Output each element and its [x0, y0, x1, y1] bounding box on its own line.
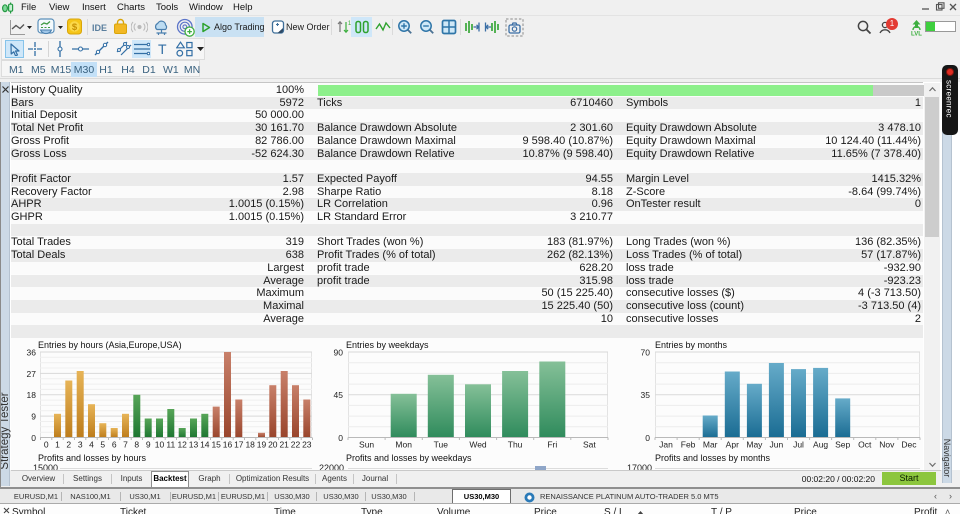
svg-text:22: 22 [291, 440, 301, 450]
svg-text:Jan: Jan [659, 440, 673, 450]
svg-text:45: 45 [334, 390, 344, 400]
svg-text:13: 13 [189, 440, 199, 450]
svg-text:9: 9 [31, 412, 36, 422]
svg-text:12: 12 [177, 440, 187, 450]
svg-text:Apr: Apr [726, 440, 739, 450]
svg-text:Mar: Mar [703, 440, 718, 450]
svg-text:2: 2 [66, 440, 71, 450]
svg-text:Sep: Sep [835, 440, 850, 450]
svg-text:20: 20 [268, 440, 278, 450]
svg-text:Jun: Jun [770, 440, 784, 450]
svg-text:7: 7 [123, 440, 128, 450]
svg-text:27: 27 [27, 369, 37, 379]
svg-text:1: 1 [55, 440, 60, 450]
svg-text:11: 11 [166, 440, 175, 450]
svg-text:70: 70 [641, 348, 651, 358]
svg-text:Oct: Oct [858, 440, 872, 450]
svg-text:14: 14 [200, 440, 210, 450]
svg-text:0: 0 [31, 433, 36, 443]
svg-text:Fri: Fri [547, 440, 557, 450]
svg-text:35: 35 [641, 390, 651, 400]
svg-text:0: 0 [645, 433, 650, 443]
svg-text:36: 36 [27, 348, 37, 358]
svg-text:May: May [746, 440, 763, 450]
svg-text:90: 90 [334, 348, 344, 358]
svg-text:Sat: Sat [583, 440, 596, 450]
svg-text:6: 6 [112, 440, 117, 450]
svg-text:8: 8 [134, 440, 139, 450]
svg-text:21: 21 [279, 440, 289, 450]
svg-text:19: 19 [257, 440, 267, 450]
svg-text:5: 5 [100, 440, 105, 450]
svg-text:18: 18 [27, 390, 37, 400]
svg-text:Mon: Mon [395, 440, 412, 450]
svg-text:9: 9 [146, 440, 151, 450]
svg-text:Jul: Jul [793, 440, 804, 450]
svg-text:15: 15 [211, 440, 221, 450]
svg-text:4: 4 [89, 440, 94, 450]
svg-text:17: 17 [234, 440, 244, 450]
svg-text:Sun: Sun [359, 440, 374, 450]
svg-text:0: 0 [44, 440, 49, 450]
svg-text:10: 10 [155, 440, 165, 450]
svg-text:Nov: Nov [879, 440, 895, 450]
svg-text:Feb: Feb [681, 440, 696, 450]
svg-text:0: 0 [338, 433, 343, 443]
svg-text:18: 18 [245, 440, 255, 450]
svg-text:Tue: Tue [434, 440, 449, 450]
svg-text:3: 3 [78, 440, 83, 450]
svg-text:23: 23 [302, 440, 312, 450]
svg-text:Aug: Aug [813, 440, 828, 450]
svg-text:Thu: Thu [508, 440, 523, 450]
svg-text:Wed: Wed [469, 440, 487, 450]
svg-text:Dec: Dec [901, 440, 917, 450]
svg-text:16: 16 [223, 440, 233, 450]
